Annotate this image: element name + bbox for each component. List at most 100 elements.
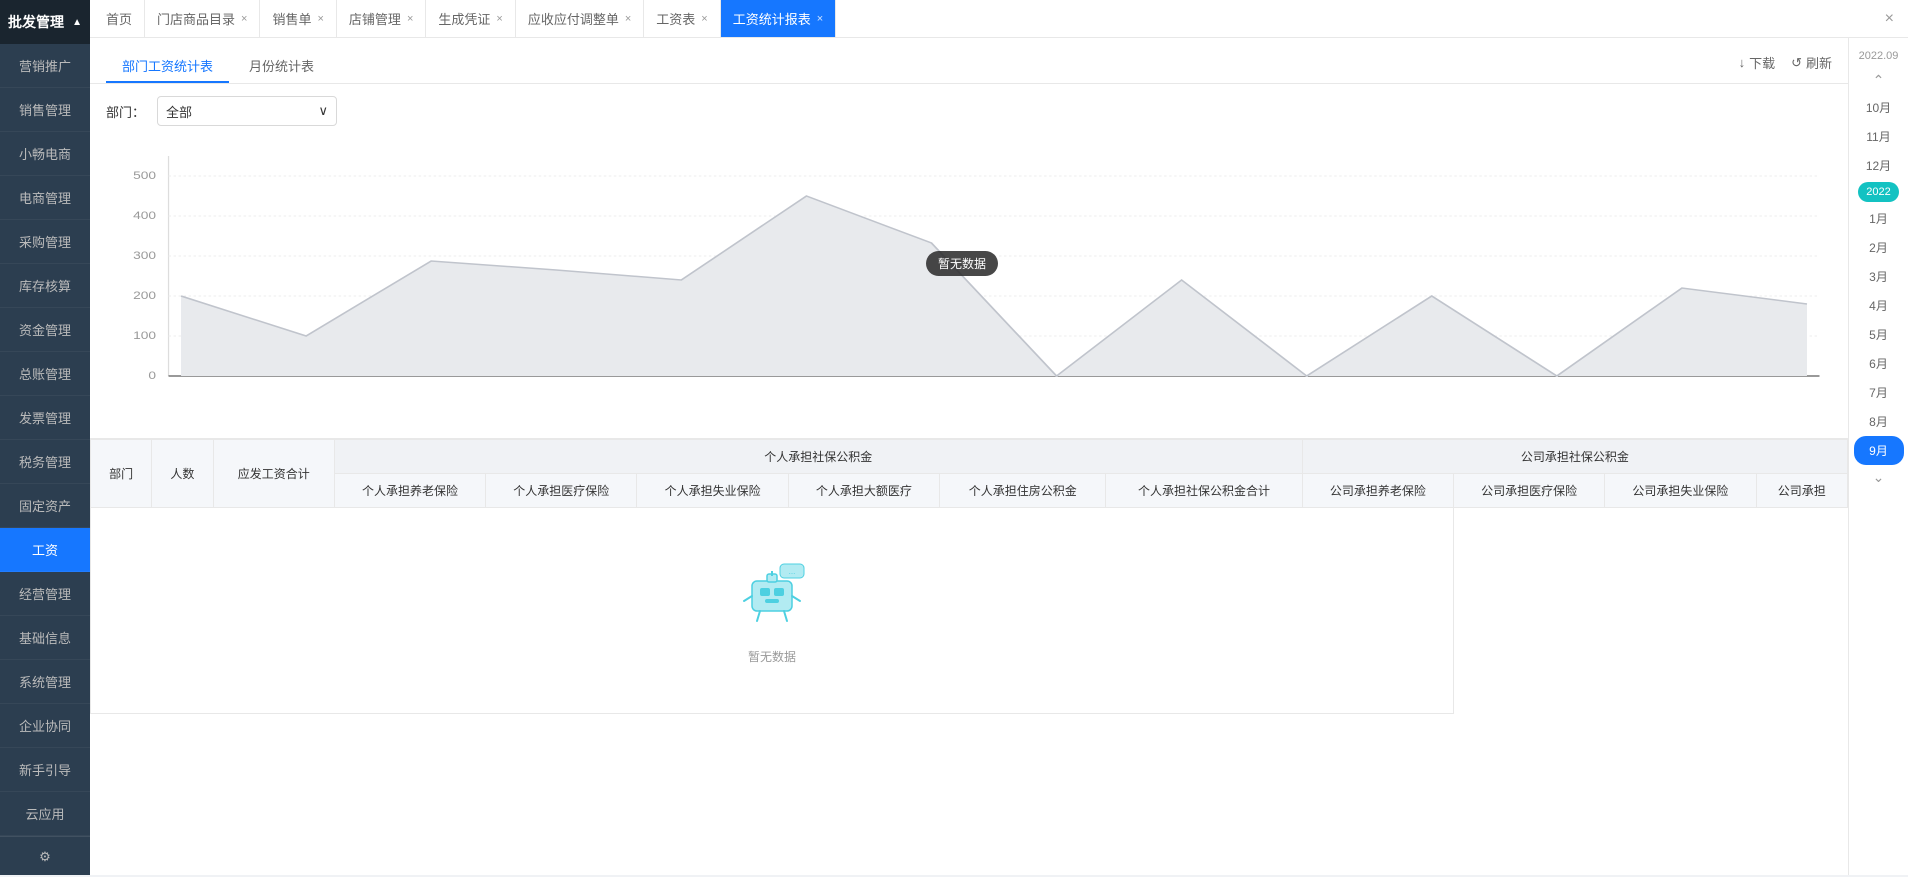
sidebar-header[interactable]: 批发管理 ▲ bbox=[0, 0, 90, 44]
th-personal-total: 个人承担社保公积金合计 bbox=[1106, 474, 1302, 508]
empty-state: ... 暂无数据 bbox=[103, 516, 1441, 705]
year-2022-label: 2022 bbox=[1858, 182, 1898, 202]
tab-销售单[interactable]: 销售单 × bbox=[260, 0, 336, 38]
sidebar-item-云应用[interactable]: 云应用 bbox=[0, 792, 90, 836]
month-item-7[interactable]: 7月 bbox=[1854, 378, 1904, 407]
refresh-button[interactable]: ↺ 刷新 bbox=[1791, 53, 1832, 72]
tab-门店商品目录[interactable]: 门店商品目录 × bbox=[145, 0, 260, 38]
month-item-3[interactable]: 3月 bbox=[1854, 262, 1904, 291]
th-personal-pension: 个人承担养老保险 bbox=[334, 474, 485, 508]
sidebar-item-销售管理[interactable]: 销售管理 bbox=[0, 88, 90, 132]
sidebar-item-发票管理[interactable]: 发票管理 bbox=[0, 396, 90, 440]
month-item-10[interactable]: 10月 bbox=[1854, 93, 1904, 122]
sidebar-settings-button[interactable]: ⚙ bbox=[0, 836, 90, 877]
date-nav-down[interactable]: ⌄ bbox=[1869, 465, 1889, 490]
tab-label: 生成凭证 bbox=[438, 9, 490, 28]
tab-label: 首页 bbox=[106, 9, 132, 28]
download-label: 下载 bbox=[1749, 53, 1775, 72]
sidebar-arrow-icon: ▲ bbox=[72, 17, 82, 28]
tab-label: 销售单 bbox=[272, 9, 311, 28]
sidebar-item-税务管理[interactable]: 税务管理 bbox=[0, 440, 90, 484]
svg-text:200: 200 bbox=[133, 289, 156, 301]
sidebar-item-采购管理[interactable]: 采购管理 bbox=[0, 220, 90, 264]
download-button[interactable]: ↓ 下载 bbox=[1739, 53, 1776, 72]
th-count: 人数 bbox=[152, 440, 213, 508]
content-area: 部门工资统计表月份统计表 ↓ 下载 ↺ 刷新 部门： 全部 ∨ bbox=[90, 38, 1908, 875]
filter-bar: 部门： 全部 ∨ bbox=[90, 84, 1848, 138]
tab-店铺管理[interactable]: 店铺管理 × bbox=[337, 0, 426, 38]
sidebar-item-小畅电商[interactable]: 小畅电商 bbox=[0, 132, 90, 176]
empty-text: 暂无数据 bbox=[748, 648, 796, 665]
tab-close-button[interactable]: × bbox=[701, 13, 707, 25]
sidebar-item-电商管理[interactable]: 电商管理 bbox=[0, 176, 90, 220]
svg-text:500: 500 bbox=[133, 169, 156, 181]
tab-close-button[interactable]: × bbox=[317, 13, 323, 25]
sidebar-item-固定资产[interactable]: 固定资产 bbox=[0, 484, 90, 528]
sidebar-item-资金管理[interactable]: 资金管理 bbox=[0, 308, 90, 352]
sidebar-item-库存核算[interactable]: 库存核算 bbox=[0, 264, 90, 308]
svg-text:400: 400 bbox=[133, 209, 156, 221]
th-personal-group: 个人承担社保公积金 bbox=[334, 440, 1302, 474]
department-select[interactable]: 全部 ∨ bbox=[157, 96, 337, 126]
sub-tab-部门工资统计表[interactable]: 部门工资统计表 bbox=[106, 50, 229, 83]
month-item-11[interactable]: 11月 bbox=[1854, 122, 1904, 151]
month-item-1[interactable]: 1月 bbox=[1854, 204, 1904, 233]
th-company-other: 公司承担 bbox=[1756, 474, 1847, 508]
sidebar-item-工资[interactable]: 工资 bbox=[0, 528, 90, 572]
th-company-medical: 公司承担医疗保险 bbox=[1453, 474, 1604, 508]
tab-label: 门店商品目录 bbox=[157, 9, 235, 28]
chart-area: 0 100 200 300 400 500 暂无数据 bbox=[90, 138, 1848, 438]
tab-首页[interactable]: 首页 bbox=[94, 0, 145, 38]
department-select-value: 全部 bbox=[166, 102, 192, 121]
current-date-label: 2022.09 bbox=[1859, 46, 1899, 66]
tab-工资表[interactable]: 工资表 × bbox=[644, 0, 720, 38]
svg-text:300: 300 bbox=[133, 249, 156, 261]
sidebar-item-系统管理[interactable]: 系统管理 bbox=[0, 660, 90, 704]
tab-生成凭证[interactable]: 生成凭证 × bbox=[426, 0, 515, 38]
tab-close-button[interactable]: × bbox=[407, 13, 413, 25]
sidebar-title: 批发管理 bbox=[8, 12, 64, 32]
tab-close-button[interactable]: × bbox=[496, 13, 502, 25]
month-item-9[interactable]: 9月 bbox=[1854, 436, 1904, 465]
main-area: 首页门店商品目录×销售单×店铺管理×生成凭证×应收应付调整单×工资表×工资统计报… bbox=[90, 0, 1908, 875]
date-nav-up[interactable]: ⌃ bbox=[1869, 68, 1889, 93]
month-item-12[interactable]: 12月 bbox=[1854, 151, 1904, 180]
settings-icon: ⚙ bbox=[39, 849, 51, 864]
sub-tab-月份统计表[interactable]: 月份统计表 bbox=[233, 50, 330, 83]
tab-close-button[interactable]: × bbox=[625, 13, 631, 25]
sidebar-item-企业协同[interactable]: 企业协同 bbox=[0, 704, 90, 748]
tab-label: 工资统计报表 bbox=[733, 9, 811, 28]
th-personal-housing: 个人承担住房公积金 bbox=[940, 474, 1106, 508]
month-item-5[interactable]: 5月 bbox=[1854, 320, 1904, 349]
tab-应收应付调整单[interactable]: 应收应付调整单× bbox=[516, 0, 644, 38]
month-item-2[interactable]: 2月 bbox=[1854, 233, 1904, 262]
chart-svg: 0 100 200 300 400 500 bbox=[106, 146, 1832, 406]
th-company-group: 公司承担社保公积金 bbox=[1302, 440, 1847, 474]
table-wrapper[interactable]: 部门 人数 应发工资合计 个人承担社保公积金 公司承担社保公积金 个人承担养老保… bbox=[90, 439, 1848, 875]
sidebar-items: 营销推广销售管理小畅电商电商管理采购管理库存核算资金管理总账管理发票管理税务管理… bbox=[0, 44, 90, 836]
sub-tabs-left: 部门工资统计表月份统计表 bbox=[106, 50, 330, 83]
month-item-4[interactable]: 4月 bbox=[1854, 291, 1904, 320]
month-item-6[interactable]: 6月 bbox=[1854, 349, 1904, 378]
table-area: 部门 人数 应发工资合计 个人承担社保公积金 公司承担社保公积金 个人承担养老保… bbox=[90, 438, 1848, 875]
tab-close-button[interactable]: × bbox=[817, 13, 823, 25]
empty-row: ... 暂无数据 bbox=[91, 508, 1454, 714]
refresh-icon: ↺ bbox=[1791, 55, 1802, 71]
close-all-tabs-button[interactable]: × bbox=[1875, 10, 1904, 28]
download-icon: ↓ bbox=[1739, 55, 1746, 70]
th-personal-medical: 个人承担医疗保险 bbox=[486, 474, 637, 508]
tab-label: 店铺管理 bbox=[349, 9, 401, 28]
th-personal-bigmedical: 个人承担大额医疗 bbox=[788, 474, 939, 508]
tab-close-button[interactable]: × bbox=[241, 13, 247, 25]
sidebar-item-总账管理[interactable]: 总账管理 bbox=[0, 352, 90, 396]
sidebar-item-基础信息[interactable]: 基础信息 bbox=[0, 616, 90, 660]
svg-text:0: 0 bbox=[148, 369, 156, 381]
tab-工资统计报表[interactable]: 工资统计报表 × bbox=[721, 0, 836, 38]
filter-label: 部门： bbox=[106, 102, 145, 121]
month-item-8[interactable]: 8月 bbox=[1854, 407, 1904, 436]
sidebar-item-新手引导[interactable]: 新手引导 bbox=[0, 748, 90, 792]
tab-label: 工资表 bbox=[656, 9, 695, 28]
sidebar-item-营销推广[interactable]: 营销推广 bbox=[0, 44, 90, 88]
th-department: 部门 bbox=[91, 440, 152, 508]
sidebar-item-经营管理[interactable]: 经营管理 bbox=[0, 572, 90, 616]
